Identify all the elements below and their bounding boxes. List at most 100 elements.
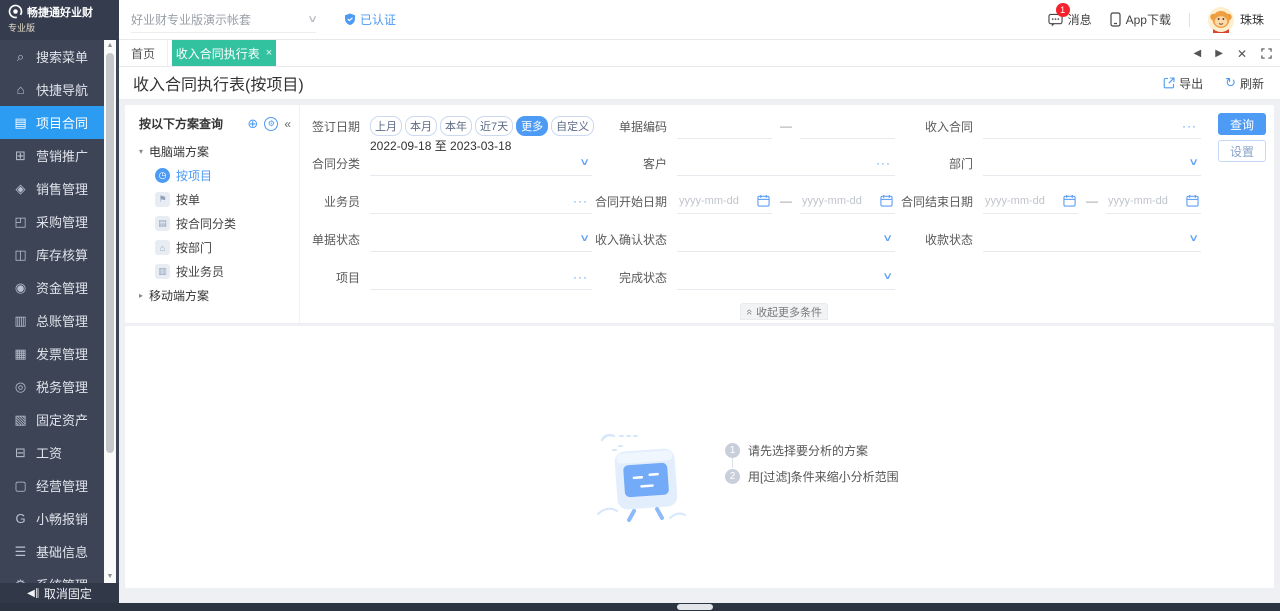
export-button[interactable]: 导出 [1163, 75, 1203, 92]
department-select[interactable]: ∨ [983, 150, 1201, 176]
close-all-tabs-icon[interactable]: ✕ [1237, 47, 1247, 61]
tree-item-by-contract-category[interactable]: ▤ 按合同分类 [155, 215, 236, 232]
tab-income-contract-report[interactable]: 收入合同执行表 × [172, 40, 276, 66]
scheme-panel: 按以下方案查询 ⊕ ⚙ « ▾ 电脑端方案 ◷ 按项目 ⚑ 按单 ▤ 按合同分类… [125, 105, 300, 323]
app-download-button[interactable]: App下载 [1110, 11, 1171, 28]
refresh-button[interactable]: ↻ 刷新 [1225, 75, 1264, 92]
tab-next-icon[interactable]: ▶ [1215, 48, 1223, 59]
complete-status-select[interactable]: ∨ [677, 264, 895, 290]
sidebar-item-marketing[interactable]: ⊞ 营销推广 [0, 139, 104, 172]
more-dots-icon[interactable]: ··· [1182, 119, 1197, 133]
tree-item-by-order[interactable]: ⚑ 按单 [155, 191, 200, 208]
collapse-panel-icon[interactable]: « [284, 117, 291, 131]
flag-icon: ⚑ [155, 192, 170, 207]
sidebar-item-tax[interactable]: ◎ 税务管理 [0, 370, 104, 403]
tab-prev-icon[interactable]: ◀ [1194, 48, 1202, 59]
contract-end-to-input[interactable]: yyyy-mm-dd [1106, 188, 1201, 214]
chevron-down-icon[interactable]: ∨ [1188, 157, 1199, 168]
pill-more[interactable]: 更多 [516, 116, 549, 136]
refresh-icon: ↻ [1225, 75, 1236, 90]
contract-start-to-input[interactable]: yyyy-mm-dd [800, 188, 895, 214]
filter-doc-code: 单据编码 — [583, 113, 895, 139]
pill-last-7-days[interactable]: 近7天 [475, 116, 514, 136]
query-button[interactable]: 查询 [1218, 113, 1266, 135]
page-title: 收入合同执行表(按项目) [133, 77, 304, 94]
horizontal-scrollbar-thumb[interactable] [677, 604, 713, 610]
pill-this-month[interactable]: 本月 [405, 116, 437, 136]
sidebar-item-payroll[interactable]: ⊟ 工资 [0, 436, 104, 469]
pill-last-month[interactable]: 上月 [370, 116, 402, 136]
field-label: 项目 [335, 270, 360, 285]
tree-group-label: 移动端方案 [149, 289, 210, 303]
contract-start-from-input[interactable]: yyyy-mm-dd [677, 188, 772, 214]
sidebar-item-label: 营销推广 [36, 149, 89, 164]
field-label: 收入确认状态 [594, 232, 667, 247]
sidebar-item-funds[interactable]: ◉ 资金管理 [0, 271, 104, 304]
tree-group-pc-schemes[interactable]: ▾ 电脑端方案 [139, 143, 209, 160]
calendar-icon[interactable] [1186, 194, 1199, 207]
sidebar-item-purchase[interactable]: ◰ 采购管理 [0, 205, 104, 238]
sidebar-scrollbar[interactable]: ▲ ▼ [104, 40, 116, 583]
sidebar-item-quick-nav[interactable]: ⌂ 快捷导航 [0, 73, 104, 106]
collapse-more-conditions-button[interactable]: « 收起更多条件 [740, 303, 828, 320]
sidebar-item-label: 快捷导航 [36, 83, 89, 98]
pill-this-year[interactable]: 本年 [440, 116, 472, 136]
sidebar-item-inventory[interactable]: ◫ 库存核算 [0, 238, 104, 271]
avatar [1207, 6, 1234, 33]
project-picker[interactable]: ··· [370, 264, 592, 290]
horizontal-scrollbar[interactable] [0, 603, 1280, 611]
sidebar-item-project-contract[interactable]: ▤ 项目合同 [0, 106, 104, 139]
sidebar-item-sales[interactable]: ◈ 销售管理 [0, 172, 104, 205]
doc-code-to-input[interactable] [800, 113, 895, 139]
salesperson-picker[interactable]: ··· [370, 188, 592, 214]
customer-picker[interactable]: ··· [677, 150, 895, 176]
chevron-down-icon[interactable]: ∨ [882, 271, 893, 282]
contract-category-select[interactable]: ∨ [370, 150, 592, 176]
sidebar-item-base-info[interactable]: ☰ 基础信息 [0, 535, 104, 568]
contract-end-from-input[interactable]: yyyy-mm-dd [983, 188, 1078, 214]
scrollbar-thumb[interactable] [106, 53, 114, 453]
doc-status-select[interactable]: ∨ [370, 226, 592, 252]
clipboard-icon: ▢ [14, 477, 27, 493]
sidebar-item-fixed-assets[interactable]: ▧ 固定资产 [0, 403, 104, 436]
tree-item-by-project[interactable]: ◷ 按项目 [155, 167, 212, 184]
doc-code-from-input[interactable] [677, 113, 772, 139]
filter-contract-end-date: 合同结束日期 yyyy-mm-dd — yyyy-mm-dd [889, 188, 1201, 214]
sidebar-item-label: 发票管理 [36, 347, 89, 362]
sidebar-item-general-ledger[interactable]: ▥ 总账管理 [0, 304, 104, 337]
income-contract-picker[interactable]: ··· [983, 113, 1201, 139]
empty-step-1: 1 请先选择要分析的方案 [725, 442, 899, 459]
messages-button[interactable]: 消息 1 [1048, 3, 1092, 28]
scroll-down-arrow[interactable]: ▼ [104, 571, 116, 583]
sidebar-item-search-menu[interactable]: ⌕ 搜索菜单 [0, 40, 104, 73]
chevron-down-icon[interactable]: ∨ [1188, 233, 1199, 244]
close-tab-icon[interactable]: × [266, 47, 272, 59]
account-set-select[interactable]: 好业财专业版演示帐套 ∨ [131, 7, 318, 33]
calendar-icon[interactable] [757, 194, 770, 207]
user-menu[interactable]: 珠珠 [1207, 6, 1264, 33]
tree-item-by-department[interactable]: ⌂ 按部门 [155, 239, 212, 256]
refresh-label: 刷新 [1239, 76, 1264, 91]
settings-button[interactable]: 设置 [1218, 140, 1266, 162]
verified-badge[interactable]: 已认证 [344, 11, 396, 28]
tab-home[interactable]: 首页 [119, 40, 168, 66]
caret-down-icon: ▾ [139, 147, 144, 156]
payroll-icon: ⊟ [15, 444, 26, 460]
tree-item-by-salesperson[interactable]: ▥ 按业务员 [155, 263, 224, 280]
tree-group-mobile-schemes[interactable]: ▸ 移动端方案 [139, 287, 209, 304]
scheme-settings-gear-icon[interactable]: ⚙ [264, 116, 279, 131]
sidebar-item-label: 总账管理 [36, 314, 89, 329]
filter-complete-status: 完成状态 ∨ [583, 264, 895, 290]
messages-label: 消息 [1067, 13, 1092, 27]
filter-payment-status: 收款状态 ∨ [889, 226, 1201, 252]
income-confirm-status-select[interactable]: ∨ [677, 226, 895, 252]
unpin-sidebar-button[interactable]: ◀∥ 取消固定 [0, 583, 119, 604]
sidebar-item-business-mgmt[interactable]: ▢ 经营管理 [0, 469, 104, 502]
scroll-up-arrow[interactable]: ▲ [104, 40, 116, 52]
add-scheme-icon[interactable]: ⊕ [247, 117, 258, 130]
payment-status-select[interactable]: ∨ [983, 226, 1201, 252]
sidebar-item-reimbursement[interactable]: G 小畅报销 [0, 502, 104, 535]
fullscreen-icon[interactable] [1261, 48, 1272, 59]
sidebar-item-invoice[interactable]: ▦ 发票管理 [0, 337, 104, 370]
calendar-icon[interactable] [1063, 194, 1076, 207]
